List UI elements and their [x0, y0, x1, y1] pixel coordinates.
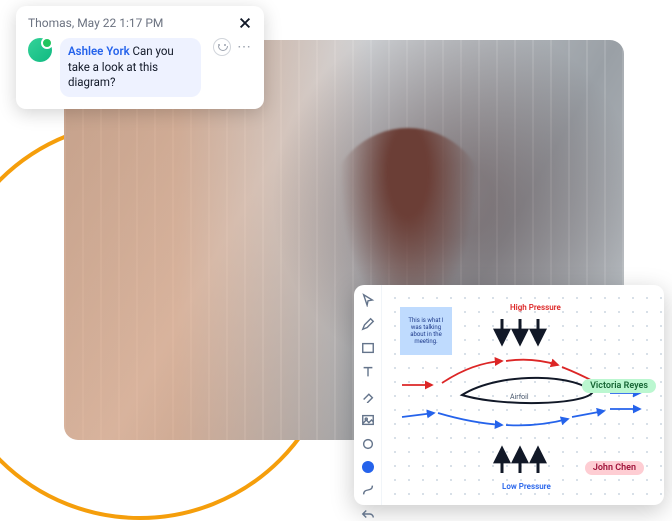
connector-icon[interactable]: [360, 483, 376, 497]
label-low-pressure: Low Pressure: [502, 482, 551, 491]
avatar[interactable]: [28, 38, 52, 62]
undo-icon[interactable]: [360, 507, 376, 521]
shape-icon[interactable]: [360, 437, 376, 451]
chat-timestamp: Thomas, May 22 1:17 PM: [28, 16, 163, 30]
eraser-icon[interactable]: [360, 389, 376, 403]
mention: Ashlee York: [68, 44, 130, 58]
label-airfoil: Airfoil: [510, 393, 529, 401]
react-emoji-icon[interactable]: [213, 38, 231, 56]
chat-bubble[interactable]: Ashlee York Can you take a look at this …: [60, 38, 201, 97]
chat-message-card: Thomas, May 22 1:17 PM Ashlee York Can y…: [16, 6, 264, 109]
pen-icon[interactable]: [360, 317, 376, 331]
image-icon[interactable]: [360, 413, 376, 427]
close-icon[interactable]: [238, 16, 252, 30]
whiteboard-canvas[interactable]: This is what I was talking about in the …: [382, 285, 664, 505]
rectangle-icon[interactable]: [360, 341, 376, 355]
presence-cursor-label: Victoria Reyes: [582, 379, 656, 393]
text-icon[interactable]: [360, 365, 376, 379]
color-swatch-icon[interactable]: [360, 461, 376, 473]
presence-cursor-label: John Chen: [585, 461, 644, 475]
more-options-icon[interactable]: ⋯: [237, 40, 252, 54]
cursor-icon[interactable]: [360, 293, 376, 307]
tool-rail: [354, 285, 382, 505]
sticky-note[interactable]: This is what I was talking about in the …: [400, 307, 452, 355]
label-high-pressure: High Pressure: [510, 303, 561, 312]
whiteboard-panel: This is what I was talking about in the …: [354, 285, 664, 505]
